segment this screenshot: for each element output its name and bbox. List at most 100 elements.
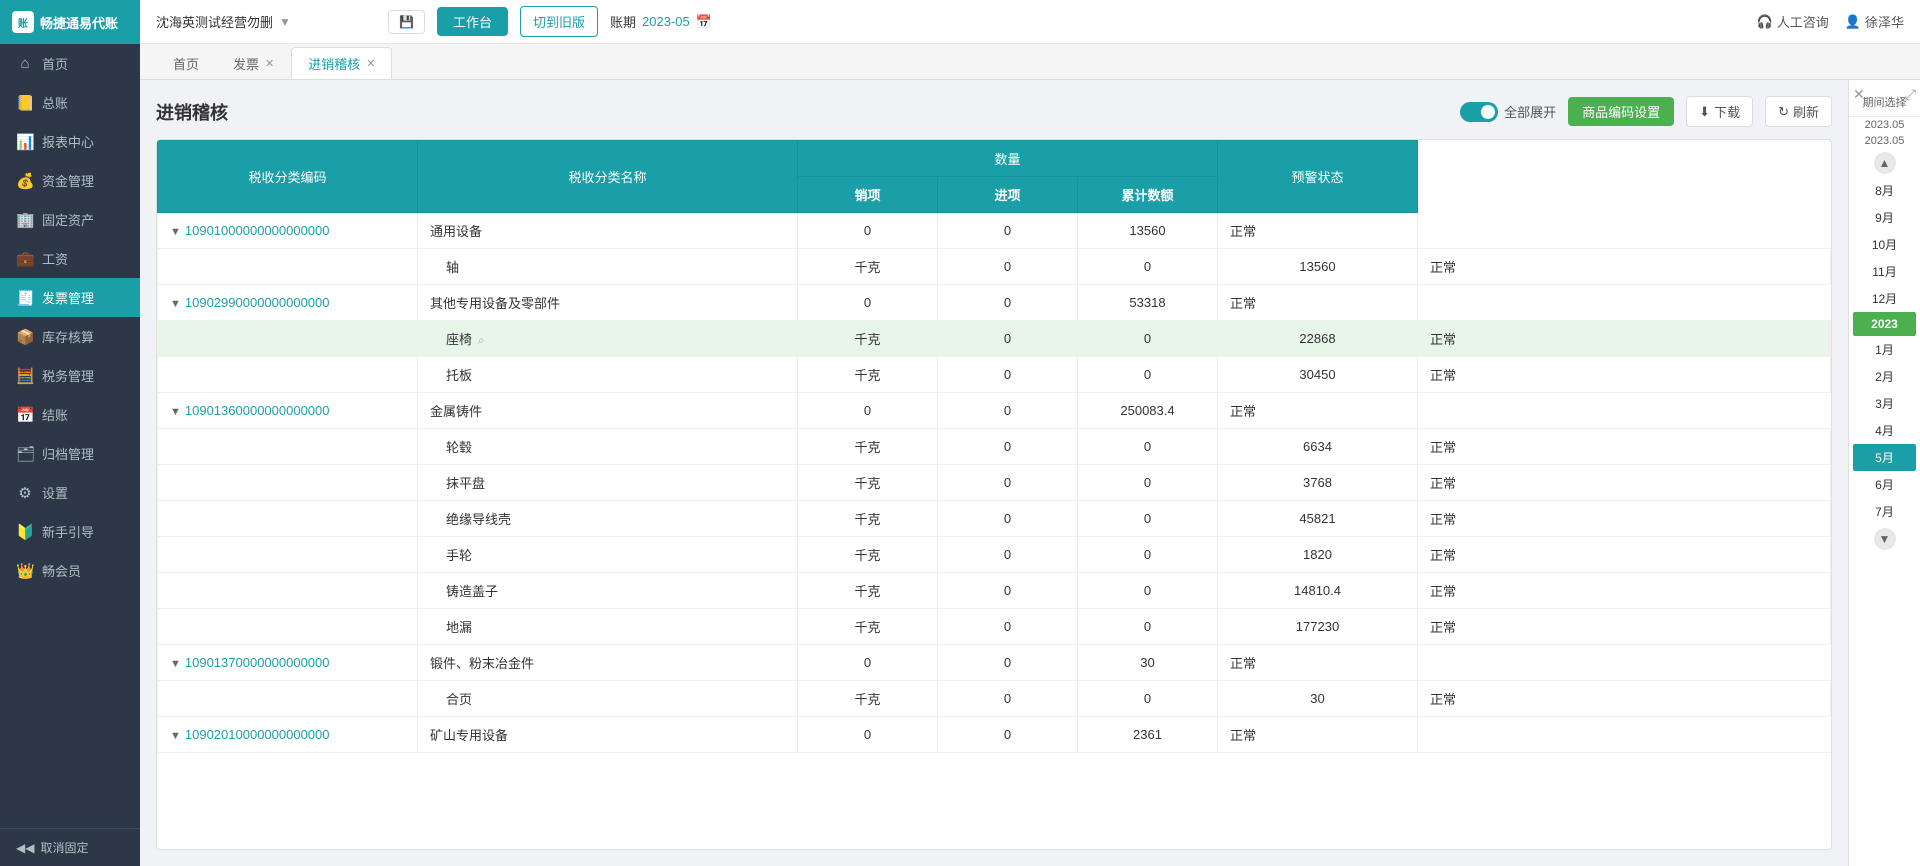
workbench-button[interactable]: 工作台 <box>437 7 508 36</box>
cell-sales: 0 <box>938 501 1078 537</box>
refresh-btn[interactable]: ↻ 刷新 <box>1765 96 1832 127</box>
col-total: 累计数额 <box>1078 177 1218 213</box>
cell-code <box>158 501 418 537</box>
save-button[interactable]: 💾 <box>388 10 425 34</box>
cell-sales: 0 <box>938 537 1078 573</box>
expand-icon[interactable]: ▼ <box>170 226 181 238</box>
cell-purchase: 0 <box>1078 537 1218 573</box>
sidebar-item-assets[interactable]: 🏢 固定资产 <box>0 200 140 239</box>
pin-icon: ◀◀ <box>16 841 34 855</box>
expand-icon[interactable]: ▼ <box>170 730 181 742</box>
save-icon: 💾 <box>399 15 414 29</box>
table-row[interactable]: 绝缘导线壳 千克 0 0 45821 正常 <box>158 501 1831 537</box>
panel-expand-icon[interactable]: ⤢ <box>1905 86 1916 103</box>
scroll-up-arrow[interactable]: ▲ <box>1874 152 1896 174</box>
cell-unit: 千克 <box>798 501 938 537</box>
ledger-icon: 📒 <box>16 94 34 112</box>
sidebar-item-label: 资金管理 <box>42 171 94 190</box>
cell-sales: 0 <box>938 573 1078 609</box>
panel-close-icon[interactable]: ✕ <box>1853 86 1865 103</box>
table-row[interactable]: 地漏 千克 0 0 177230 正常 <box>158 609 1831 645</box>
tab-invoice-close[interactable]: ✕ <box>265 57 274 70</box>
expand-toggle[interactable] <box>1460 102 1498 122</box>
month-item[interactable]: 7月 <box>1849 498 1920 525</box>
sidebar-item-home[interactable]: ⌂ 首页 <box>0 44 140 83</box>
month-item[interactable]: 2023 <box>1853 312 1916 336</box>
table-row[interactable]: 铸造盖子 千克 0 0 14810.4 正常 <box>158 573 1831 609</box>
cell-name: 手轮 <box>418 537 798 573</box>
user-menu[interactable]: 👤 徐泽华 <box>1845 12 1904 31</box>
tab-invoice[interactable]: 发票 ✕ <box>216 47 291 79</box>
cell-status: 正常 <box>1418 249 1831 285</box>
month-item[interactable]: 2月 <box>1849 363 1920 390</box>
table-row[interactable]: ▼10902990000000000000 其他专用设备及零部件 0 0 533… <box>158 285 1831 321</box>
table-row[interactable]: 轮毂 千克 0 0 6634 正常 <box>158 429 1831 465</box>
month-item[interactable]: 10月 <box>1849 231 1920 258</box>
month-item[interactable]: 8月 <box>1849 177 1920 204</box>
table-row[interactable]: 托板 千克 0 0 30450 正常 <box>158 357 1831 393</box>
table-row[interactable]: ▼10901370000000000000 锻件、粉末冶金件 0 0 30 正常 <box>158 645 1831 681</box>
sidebar-item-inventory[interactable]: 📦 库存核算 <box>0 317 140 356</box>
table-row[interactable]: 手轮 千克 0 0 1820 正常 <box>158 537 1831 573</box>
sidebar-item-payroll[interactable]: 💼 工资 <box>0 239 140 278</box>
sidebar-item-invoice[interactable]: 🧾 发票管理 <box>0 278 140 317</box>
month-item[interactable]: 9月 <box>1849 204 1920 231</box>
cell-name: 座椅⌕ <box>418 321 798 357</box>
sidebar-item-label: 结账 <box>42 405 68 424</box>
cell-total: 30 <box>1078 645 1218 681</box>
sidebar-item-guide[interactable]: 🔰 新手引导 <box>0 512 140 551</box>
support-link[interactable]: 🎧 人工咨询 <box>1757 12 1829 31</box>
cell-name: 锻件、粉末冶金件 <box>418 645 798 681</box>
page-actions: 全部展开 商品编码设置 ⬇ 下载 ↻ 刷新 <box>1460 96 1832 127</box>
download-btn[interactable]: ⬇ 下载 <box>1686 96 1753 127</box>
table-row[interactable]: 座椅⌕ 千克 0 0 22868 正常 <box>158 321 1831 357</box>
search-icon[interactable]: ⌕ <box>478 333 485 347</box>
sidebar-item-label: 税务管理 <box>42 366 94 385</box>
month-item[interactable]: 6月 <box>1849 471 1920 498</box>
sidebar-item-close[interactable]: 📅 结账 <box>0 395 140 434</box>
period-selector[interactable]: 账期 2023-05 📅 <box>610 12 712 31</box>
switch-version-button[interactable]: 切到旧版 <box>520 6 598 37</box>
month-item[interactable]: 1月 <box>1849 336 1920 363</box>
month-item[interactable]: 11月 <box>1849 258 1920 285</box>
sidebar-item-settings[interactable]: ⚙ 设置 <box>0 473 140 512</box>
close-books-icon: 📅 <box>16 406 34 424</box>
table-row[interactable]: 抹平盘 千克 0 0 3768 正常 <box>158 465 1831 501</box>
sidebar-item-label: 库存核算 <box>42 327 94 346</box>
expand-icon[interactable]: ▼ <box>170 658 181 670</box>
panel-title: 期间选择 <box>1863 94 1907 110</box>
sidebar-item-reports[interactable]: 📊 报表中心 <box>0 122 140 161</box>
cell-total: 30 <box>1218 681 1418 717</box>
month-item[interactable]: 3月 <box>1849 390 1920 417</box>
company-selector[interactable]: 沈海英测试经营勿删 ▼ <box>156 12 376 31</box>
sidebar-item-ledger[interactable]: 📒 总账 <box>0 83 140 122</box>
table-row[interactable]: 轴 千克 0 0 13560 正常 <box>158 249 1831 285</box>
month-item[interactable]: 4月 <box>1849 417 1920 444</box>
guide-icon: 🔰 <box>16 523 34 541</box>
tab-reconcile[interactable]: 进销稽核 ✕ <box>291 47 392 79</box>
table-row[interactable]: ▼10901360000000000000 金属铸件 0 0 250083.4 … <box>158 393 1831 429</box>
table-row[interactable]: 合页 千克 0 0 30 正常 <box>158 681 1831 717</box>
expand-toggle-label: 全部展开 <box>1504 102 1556 121</box>
product-code-btn[interactable]: 商品编码设置 <box>1568 97 1674 126</box>
month-item[interactable]: 12月 <box>1849 285 1920 312</box>
expand-icon[interactable]: ▼ <box>170 406 181 418</box>
cell-code <box>158 573 418 609</box>
tab-home[interactable]: 首页 <box>156 47 216 79</box>
cell-purchase: 0 <box>938 717 1078 753</box>
unpin-label: 取消固定 <box>40 839 88 856</box>
sidebar-item-tax[interactable]: 🧮 税务管理 <box>0 356 140 395</box>
sidebar-unpin[interactable]: ◀◀ 取消固定 <box>0 828 140 866</box>
col-quantity-group: 数量 <box>798 141 1218 177</box>
sidebar-item-member[interactable]: 👑 畅会员 <box>0 551 140 590</box>
table-row[interactable]: ▼10902010000000000000 矿山专用设备 0 0 2361 正常 <box>158 717 1831 753</box>
month-item[interactable]: 5月 <box>1853 444 1916 471</box>
expand-icon[interactable]: ▼ <box>170 298 181 310</box>
table-row[interactable]: ▼10901000000000000000 通用设备 0 0 13560 正常 <box>158 213 1831 249</box>
scroll-down-arrow[interactable]: ▼ <box>1874 528 1896 550</box>
tab-reconcile-close[interactable]: ✕ <box>366 57 375 70</box>
sidebar-item-archive[interactable]: 🗂 归档管理 <box>0 434 140 473</box>
tab-reconcile-label: 进销稽核 <box>308 54 360 73</box>
main-area: 沈海英测试经营勿删 ▼ 💾 工作台 切到旧版 账期 2023-05 📅 🎧 人工… <box>140 0 1920 866</box>
sidebar-item-funds[interactable]: 💰 资金管理 <box>0 161 140 200</box>
